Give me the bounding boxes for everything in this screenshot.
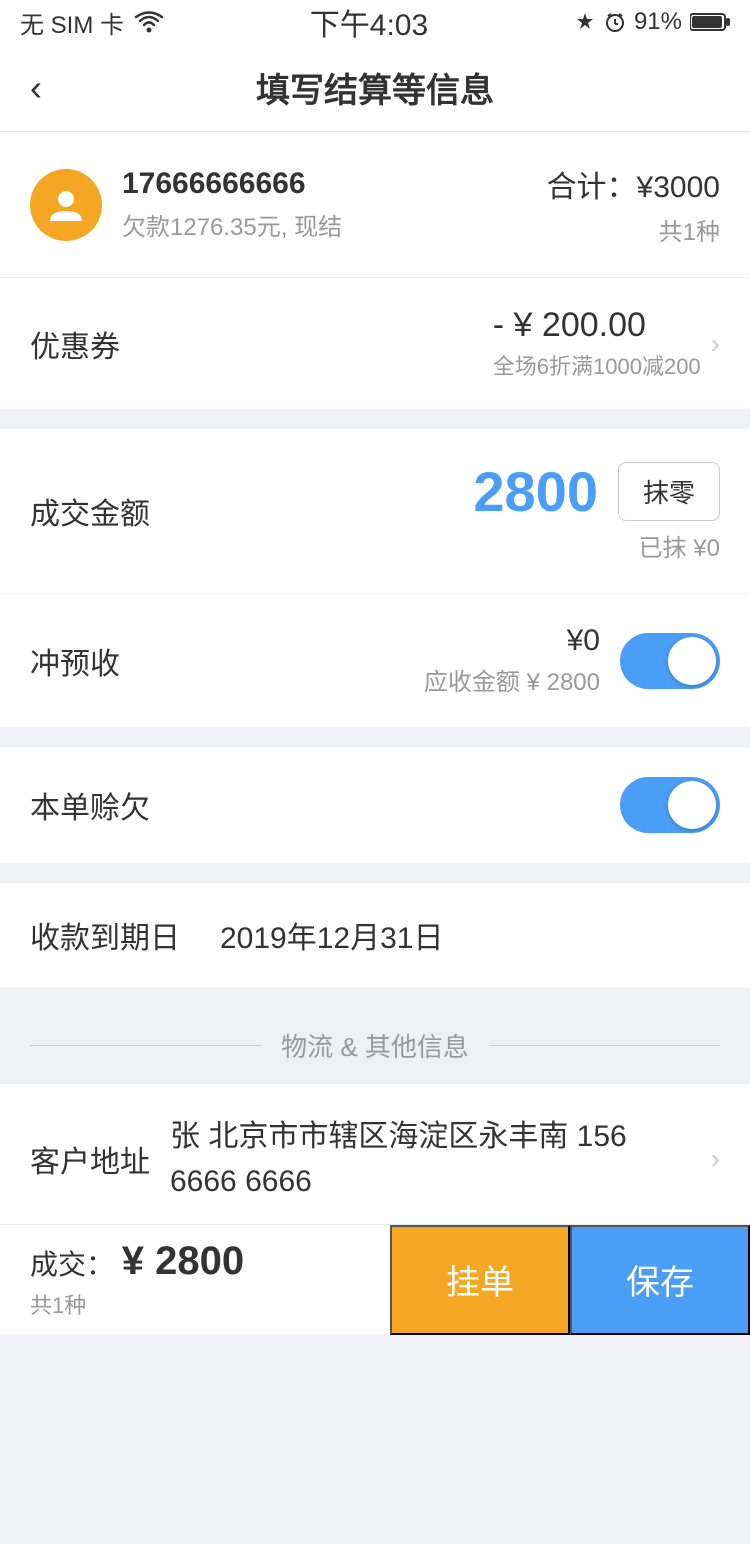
customer-phone: 17666666666 (122, 167, 342, 201)
prepay-toggle[interactable] (620, 633, 720, 689)
status-bar: 无 SIM 卡 下午4:03 91% (0, 0, 750, 44)
prepay-amount: ¥0 (424, 624, 600, 658)
due-date-row: 收款到期日 2019年12月31日 (0, 883, 750, 987)
deal-section: 成交金额 2800 抹零 已抹 ¥0 冲预收 ¥0 应收金额 ¥ 2800 (0, 429, 750, 727)
customer-details: 17666666666 欠款1276.35元, 现结 (122, 167, 342, 242)
debit-row: 本单赊欠 (0, 747, 750, 863)
customer-section: 17666666666 欠款1276.35元, 现结 合计：¥3000 共1种 … (0, 132, 750, 409)
hang-button[interactable]: 挂单 (390, 1225, 570, 1335)
prepay-sub: 应收金额 ¥ 2800 (424, 662, 600, 697)
divider-line-left (30, 1045, 261, 1046)
bottom-summary: 成交： ¥ 2800 共1种 (0, 1239, 390, 1320)
total-price: 合计：¥3000 (547, 162, 720, 206)
user-icon (46, 185, 86, 225)
total-count: 共1种 (547, 212, 720, 247)
round-button[interactable]: 抹零 (618, 462, 720, 521)
page-title: 填写结算等信息 (256, 63, 494, 112)
battery-percent: 91% (634, 8, 682, 36)
prepay-value-wrap: ¥0 应收金额 ¥ 2800 (424, 624, 600, 697)
toggle-knob (668, 637, 716, 685)
due-date-value: 2019年12月31日 (220, 913, 443, 957)
coupon-label: 优惠券 (30, 322, 120, 366)
due-date-section: 收款到期日 2019年12月31日 (0, 883, 750, 987)
coupon-desc: 全场6折满1000减200 (493, 349, 701, 381)
status-left: 无 SIM 卡 (20, 5, 164, 40)
coupon-right: - ¥ 200.00 全场6折满1000减200 › (493, 306, 720, 381)
customer-total: 合计：¥3000 共1种 (547, 162, 720, 247)
customer-sub: 欠款1276.35元, 现结 (122, 207, 342, 242)
deal-value-wrap: 2800 抹零 (473, 459, 720, 524)
status-time: 下午4:03 (310, 0, 428, 44)
due-date-label: 收款到期日 (30, 913, 180, 957)
customer-info: 17666666666 欠款1276.35元, 现结 (30, 167, 342, 242)
address-chevron-icon: › (711, 1143, 720, 1175)
battery-icon (690, 12, 730, 32)
divider-line-right (489, 1045, 720, 1046)
bottom-count: 共1种 (30, 1288, 360, 1320)
deal-amount-row: 成交金额 2800 抹零 已抹 ¥0 (0, 429, 750, 594)
chevron-right-icon: › (711, 328, 720, 360)
address-row[interactable]: 客户地址 张 北京市市辖区海淀区永丰南 156 6666 6666 › (0, 1084, 750, 1234)
debit-label: 本单赊欠 (30, 783, 150, 827)
address-value: 张 北京市市辖区海淀区永丰南 156 6666 6666 (170, 1114, 701, 1204)
nav-bar: ‹ 填写结算等信息 (0, 44, 750, 132)
alarm-icon (604, 11, 626, 33)
logistics-divider: 物流 & 其他信息 (0, 1007, 750, 1084)
coupon-discount: - ¥ 200.00 (493, 306, 701, 345)
prepay-label: 冲预收 (30, 639, 120, 683)
deal-amount: 2800 (473, 459, 598, 524)
bottom-spacer (0, 1434, 750, 1544)
bottom-deal-row: 成交： ¥ 2800 (30, 1239, 360, 1284)
deal-right: 2800 抹零 已抹 ¥0 (473, 459, 720, 563)
customer-row: 17666666666 欠款1276.35元, 现结 合计：¥3000 共1种 (0, 132, 750, 277)
avatar (30, 169, 102, 241)
coupon-value-wrap: - ¥ 200.00 全场6折满1000减200 (493, 306, 701, 381)
back-button[interactable]: ‹ (30, 67, 42, 109)
status-right: 91% (574, 8, 730, 36)
debit-toggle-knob (668, 781, 716, 829)
debit-section: 本单赊欠 (0, 747, 750, 863)
bottom-deal-label: 成交： (30, 1249, 114, 1280)
address-label: 客户地址 (30, 1137, 170, 1181)
location-icon (574, 11, 596, 33)
bottom-deal-amount: ¥ 2800 (122, 1239, 244, 1283)
deal-sub: 已抹 ¥0 (473, 528, 720, 563)
coupon-row[interactable]: 优惠券 - ¥ 200.00 全场6折满1000减200 › (0, 277, 750, 409)
deal-label: 成交金额 (30, 489, 150, 533)
sim-status: 无 SIM 卡 (20, 5, 124, 40)
wifi-icon (134, 11, 164, 33)
bottom-bar: 成交： ¥ 2800 共1种 挂单 保存 (0, 1224, 750, 1334)
debit-toggle[interactable] (620, 777, 720, 833)
logistics-label: 物流 & 其他信息 (281, 1027, 469, 1064)
prepay-row: 冲预收 ¥0 应收金额 ¥ 2800 (0, 594, 750, 727)
address-section: 客户地址 张 北京市市辖区海淀区永丰南 156 6666 6666 › (0, 1084, 750, 1234)
save-button[interactable]: 保存 (570, 1225, 750, 1335)
prepay-right: ¥0 应收金额 ¥ 2800 (424, 624, 720, 697)
